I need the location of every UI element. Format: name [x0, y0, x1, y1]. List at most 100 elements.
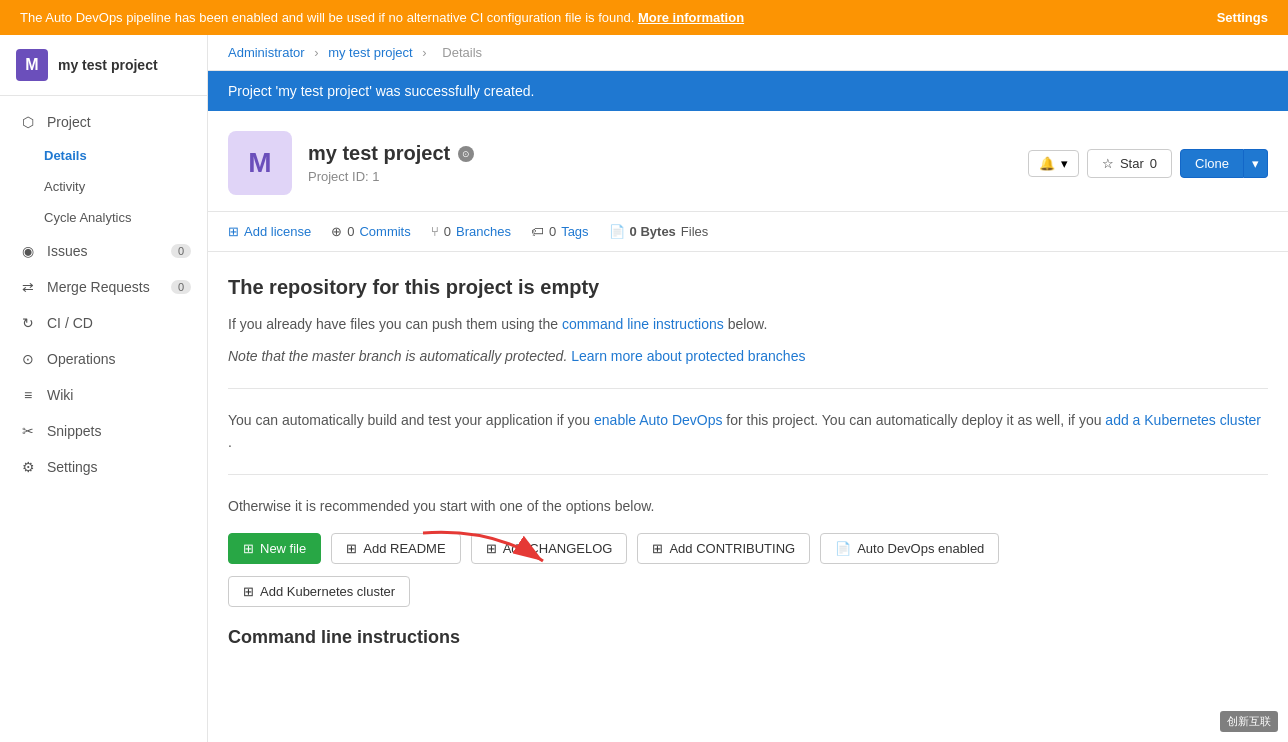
project-info: my test project ⊙ Project ID: 1 [308, 142, 1028, 184]
sidebar-cycle-analytics-label: Cycle Analytics [44, 210, 131, 225]
add-kubernetes-link[interactable]: add a Kubernetes cluster [1105, 412, 1261, 428]
project-title-row: my test project ⊙ [308, 142, 1028, 165]
sidebar-issues-label: Issues [47, 243, 87, 259]
tags-link[interactable]: Tags [561, 224, 588, 239]
files-size: 0 Bytes [630, 224, 676, 239]
success-message: Project 'my test project' was successful… [228, 83, 534, 99]
branches-link[interactable]: Branches [456, 224, 511, 239]
commits-icon: ⊕ [331, 224, 342, 239]
banner-settings-link[interactable]: Settings [1217, 10, 1268, 25]
command-line-link[interactable]: command line instructions [562, 316, 724, 332]
sidebar-settings-label: Settings [47, 459, 98, 475]
sidebar-details-label: Details [44, 148, 87, 163]
commits-link[interactable]: Commits [359, 224, 410, 239]
breadcrumb-project[interactable]: my test project [328, 45, 413, 60]
sidebar-wiki-label: Wiki [47, 387, 73, 403]
tags-icon: 🏷 [531, 224, 544, 239]
add-kubernetes-cluster-button[interactable]: ⊞ Add Kubernetes cluster [228, 576, 410, 607]
enable-auto-devops-link[interactable]: enable Auto DevOps [594, 412, 722, 428]
files-item: 📄 0 Bytes Files [609, 224, 709, 239]
sidebar-snippets-label: Snippets [47, 423, 101, 439]
sidebar-item-ci-cd[interactable]: ↻ CI / CD [0, 305, 207, 341]
sidebar-project-avatar: M [16, 49, 48, 81]
files-label: Files [681, 224, 708, 239]
content-area: Administrator › my test project › Detail… [208, 35, 1288, 742]
sidebar-item-issues[interactable]: ◉ Issues 0 [0, 233, 207, 269]
sidebar-ci-cd-label: CI / CD [47, 315, 93, 331]
star-label: Star [1120, 156, 1144, 171]
star-button[interactable]: ☆ Star 0 [1087, 149, 1172, 178]
merge-requests-count-badge: 0 [171, 280, 191, 294]
auto-devops-button[interactable]: 📄 Auto DevOps enabled [820, 533, 999, 564]
new-file-button[interactable]: ⊞ New file [228, 533, 321, 564]
clone-dropdown-toggle[interactable]: ▾ [1244, 149, 1268, 178]
issues-icon: ◉ [19, 242, 37, 260]
notifications-button[interactable]: 🔔 ▾ [1028, 150, 1079, 177]
stats-row: ⊞ Add license ⊕ 0 Commits ⑂ 0 Branches 🏷… [208, 212, 1288, 252]
breadcrumb-current: Details [442, 45, 482, 60]
sidebar-item-details[interactable]: Details [0, 140, 207, 171]
command-line-section-title: Command line instructions [228, 627, 1268, 648]
breadcrumb-sep2: › [422, 45, 426, 60]
clone-button[interactable]: Clone [1180, 149, 1244, 178]
sidebar-activity-label: Activity [44, 179, 85, 194]
banner-message: The Auto DevOps pipeline has been enable… [20, 10, 634, 25]
auto-devops-banner: The Auto DevOps pipeline has been enable… [0, 0, 1288, 35]
red-arrow [413, 523, 553, 583]
branches-item: ⑂ 0 Branches [431, 224, 511, 239]
readme-icon: ⊞ [346, 541, 357, 556]
sidebar-operations-label: Operations [47, 351, 115, 367]
bell-icon: 🔔 [1039, 156, 1055, 171]
sidebar-item-operations[interactable]: ⊙ Operations [0, 341, 207, 377]
main-content: The repository for this project is empty… [208, 252, 1288, 684]
sidebar-item-settings[interactable]: ⚙ Settings [0, 449, 207, 485]
clone-button-group: Clone ▾ [1180, 149, 1268, 178]
sidebar-item-merge-requests[interactable]: ⇄ Merge Requests 0 [0, 269, 207, 305]
success-alert: Project 'my test project' was successful… [208, 71, 1288, 111]
add-license-link[interactable]: Add license [244, 224, 311, 239]
breadcrumb-administrator[interactable]: Administrator [228, 45, 305, 60]
protected-branches-link[interactable]: Learn more about protected branches [571, 348, 805, 364]
commits-count: 0 [347, 224, 354, 239]
paragraph-4: Otherwise it is recommended you start wi… [228, 495, 1268, 517]
project-header: M my test project ⊙ Project ID: 1 🔔 ▾ ☆ … [208, 111, 1288, 212]
breadcrumb-sep1: › [314, 45, 318, 60]
files-icon: 📄 [609, 224, 625, 239]
sidebar-project-name: my test project [58, 57, 158, 73]
sidebar-navigation: ⬡ Project Details Activity Cycle Analyti… [0, 96, 207, 493]
contributing-icon: ⊞ [652, 541, 663, 556]
paragraph-1: If you already have files you can push t… [228, 313, 1268, 335]
tags-item: 🏷 0 Tags [531, 224, 589, 239]
star-count: 0 [1150, 156, 1157, 171]
snippets-icon: ✂ [19, 422, 37, 440]
sidebar-item-project[interactable]: ⬡ Project [0, 104, 207, 140]
sidebar-project-label: Project [47, 114, 91, 130]
kubernetes-row: ⊞ Add Kubernetes cluster [228, 576, 1268, 607]
wiki-icon: ≡ [19, 386, 37, 404]
more-info-link[interactable]: More information [638, 10, 744, 25]
divider-2 [228, 474, 1268, 475]
caret-icon: ▾ [1061, 156, 1068, 171]
sidebar-item-wiki[interactable]: ≡ Wiki [0, 377, 207, 413]
divider-1 [228, 388, 1268, 389]
breadcrumb: Administrator › my test project › Detail… [208, 35, 1288, 71]
project-actions: 🔔 ▾ ☆ Star 0 Clone ▾ [1028, 149, 1268, 178]
license-icon: ⊞ [228, 224, 239, 239]
star-icon: ☆ [1102, 156, 1114, 171]
sidebar-item-snippets[interactable]: ✂ Snippets [0, 413, 207, 449]
sidebar-item-activity[interactable]: Activity [0, 171, 207, 202]
project-icon: ⬡ [19, 113, 37, 131]
sidebar-header: M my test project [0, 35, 207, 96]
plus-icon: ⊞ [243, 541, 254, 556]
kubernetes-icon: ⊞ [243, 584, 254, 599]
sidebar-item-cycle-analytics[interactable]: Cycle Analytics [0, 202, 207, 233]
ci-cd-icon: ↻ [19, 314, 37, 332]
empty-repo-title: The repository for this project is empty [228, 276, 1268, 299]
operations-icon: ⊙ [19, 350, 37, 368]
public-badge: ⊙ [458, 146, 474, 162]
devops-icon: 📄 [835, 541, 851, 556]
project-title: my test project [308, 142, 450, 165]
add-contributing-button[interactable]: ⊞ Add CONTRIBUTING [637, 533, 810, 564]
sidebar-merge-requests-label: Merge Requests [47, 279, 150, 295]
merge-requests-icon: ⇄ [19, 278, 37, 296]
